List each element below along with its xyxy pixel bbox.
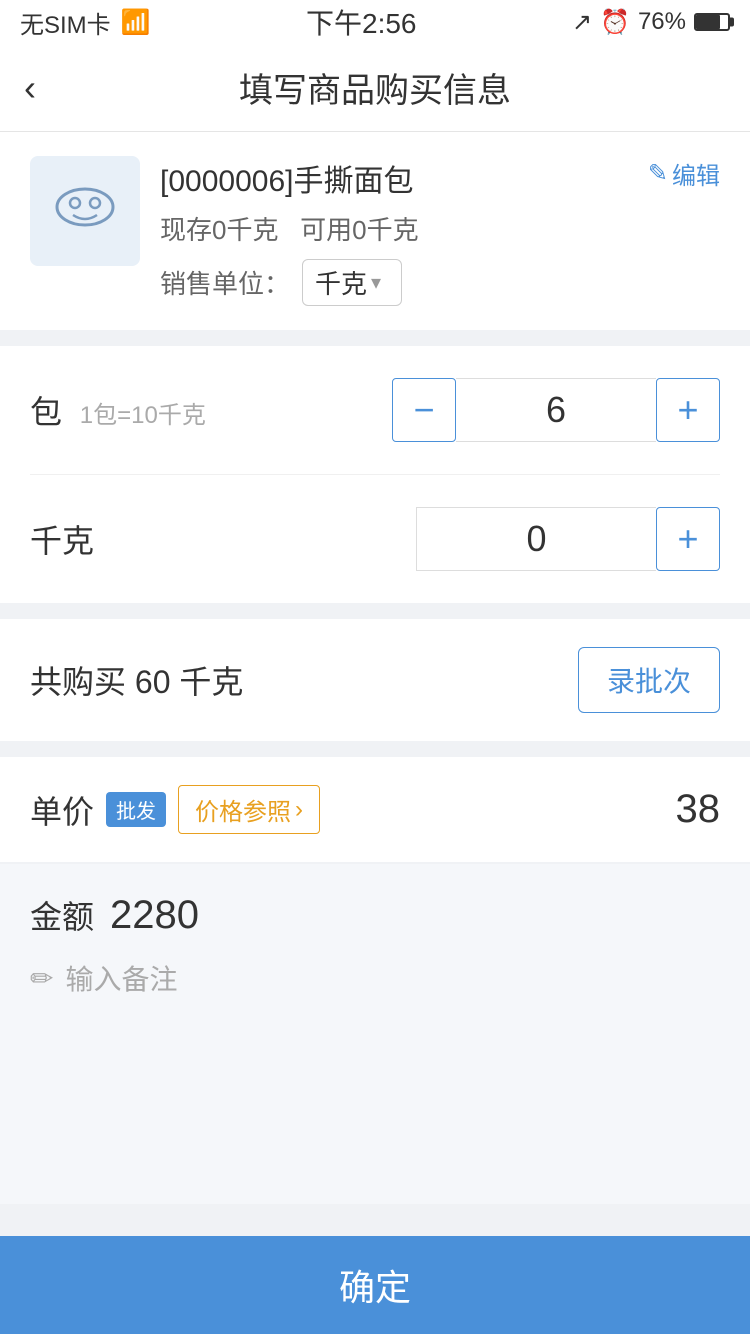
status-left: 无SIM卡 📶 [20, 5, 151, 40]
package-quantity-control: − + [392, 378, 720, 442]
price-value: 38 [676, 787, 721, 832]
price-label-group: 单价 批发 价格参照 › [30, 785, 320, 834]
price-ref-button[interactable]: 价格参照 › [178, 785, 320, 834]
unit-select[interactable]: 千克 ▾ [302, 259, 402, 306]
product-name-row: [0000006]手撕面包 ✎ 编辑 [160, 156, 720, 200]
remark-icon: ✏ [30, 962, 53, 995]
product-card: [0000006]手撕面包 ✎ 编辑 现存0千克 可用0千克 销售单位： 千克 … [0, 132, 750, 330]
battery-icon [694, 13, 730, 31]
package-label: 包 [30, 394, 62, 430]
product-image [30, 156, 140, 266]
product-name: [0000006]手撕面包 [160, 156, 413, 200]
summary-section: 共购买 60 千克 录批次 [0, 619, 750, 741]
status-time: 下午2:56 [306, 2, 417, 42]
unit-label: 销售单位： [160, 264, 290, 301]
page-title: 填写商品购买信息 [239, 63, 511, 112]
product-unit-row: 销售单位： 千克 ▾ [160, 259, 720, 306]
package-plus-button[interactable]: + [656, 378, 720, 442]
confirm-button[interactable]: 确定 [0, 1236, 750, 1334]
dropdown-icon: ▾ [371, 270, 381, 295]
kilogram-row: 千克 + [30, 475, 720, 603]
kilogram-label: 千克 [30, 523, 94, 559]
batch-button[interactable]: 录批次 [578, 647, 720, 713]
amount-section: 金额 2280 ✏ 输入备注 [0, 864, 750, 1204]
back-button[interactable]: ‹ [24, 67, 36, 109]
kilogram-input[interactable] [416, 507, 656, 571]
nav-bar: ‹ 填写商品购买信息 [0, 44, 750, 132]
carrier-text: 无SIM卡 [20, 5, 111, 40]
package-label-group: 包 1包=10千克 [30, 387, 206, 433]
location-icon: ↗ [572, 8, 592, 37]
remark-placeholder: 输入备注 [65, 958, 177, 998]
price-ref-arrow: › [295, 796, 303, 824]
package-hint: 1包=10千克 [80, 402, 206, 429]
price-ref-label: 价格参照 [195, 792, 291, 827]
amount-value: 2280 [110, 893, 199, 938]
package-minus-button[interactable]: − [392, 378, 456, 442]
status-right: ↗ ⏰ 76% [572, 8, 730, 37]
status-bar: 无SIM卡 📶 下午2:56 ↗ ⏰ 76% [0, 0, 750, 44]
kilogram-label-group: 千克 [30, 516, 94, 562]
product-info: [0000006]手撕面包 ✎ 编辑 现存0千克 可用0千克 销售单位： 千克 … [160, 156, 720, 306]
price-tag-pifa: 批发 [106, 792, 166, 827]
edit-button[interactable]: ✎ 编辑 [648, 156, 720, 191]
amount-label: 金额 [30, 892, 94, 938]
price-section: 单价 批发 价格参照 › 38 [0, 757, 750, 862]
kilogram-quantity-control: + [416, 507, 720, 571]
summary-text: 共购买 60 千克 [30, 657, 243, 703]
available-text: 可用0千克 [300, 215, 418, 245]
alarm-icon: ⏰ [600, 8, 630, 37]
stock-text: 现存0千克 [160, 215, 278, 245]
battery-text: 76% [638, 8, 686, 36]
remark-row[interactable]: ✏ 输入备注 [30, 958, 720, 998]
input-section: 包 1包=10千克 − + 千克 + [0, 346, 750, 603]
edit-icon: ✎ [648, 159, 668, 188]
wifi-icon: 📶 [121, 8, 151, 37]
kilogram-plus-button[interactable]: + [656, 507, 720, 571]
product-stock: 现存0千克 可用0千克 [160, 210, 720, 247]
edit-label: 编辑 [672, 156, 720, 191]
amount-row: 金额 2280 [30, 892, 720, 938]
price-label: 单价 [30, 787, 94, 833]
unit-value: 千克 [315, 264, 367, 301]
package-input[interactable] [456, 378, 656, 442]
package-row: 包 1包=10千克 − + [30, 346, 720, 475]
